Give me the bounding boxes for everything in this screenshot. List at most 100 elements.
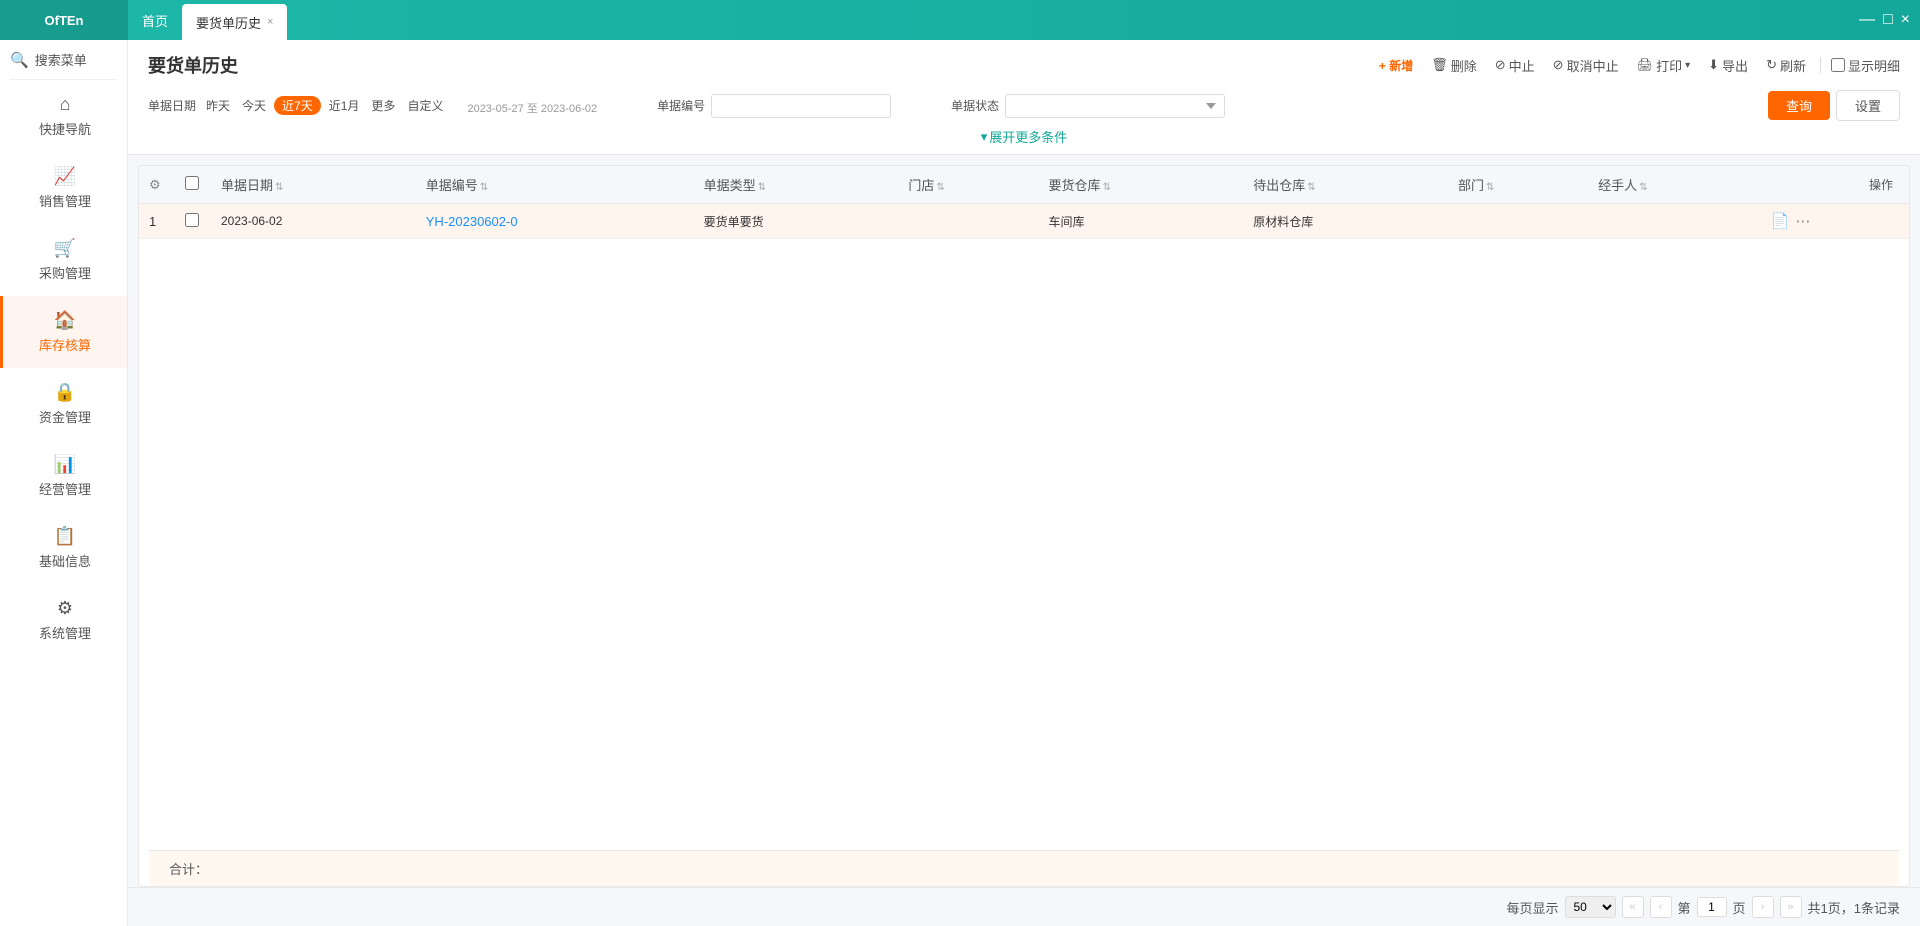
pagination-bar: 每页显示 10 20 50 100 « ‹ 第 页 › » 共1页，1条记录 — [128, 887, 1920, 926]
cancel-stop-button[interactable]: ⊘ 取消中止 — [1549, 54, 1623, 77]
sidebar-item-inventory[interactable]: 🏠 库存核算 — [0, 296, 127, 368]
delete-icon: 🗑 — [1431, 57, 1448, 73]
pending-warehouse-col-header: 待出仓库⇅ — [1243, 166, 1448, 204]
tab-home[interactable]: 首页 — [128, 0, 182, 40]
cancel-stop-icon: ⊘ — [1553, 57, 1564, 73]
row-department-cell — [1448, 204, 1588, 239]
filter-area: 单据日期 昨天 今天 近7天 近1月 更多 自定义 2023-05-27 至 2… — [148, 90, 1900, 154]
shortcut-more[interactable]: 更多 — [367, 96, 399, 115]
table-header-row: ⚙ 单据日期⇅ 单据编号⇅ 单 — [139, 166, 1909, 204]
pending-warehouse-sort-icon[interactable]: ⇅ — [1307, 182, 1315, 193]
sales-mgmt-icon: 📈 — [54, 166, 76, 187]
column-settings-icon[interactable]: ⚙ — [149, 177, 161, 192]
view-action-icon[interactable]: 📄 — [1771, 212, 1790, 230]
sidebar-item-basic-info[interactable]: 📋 基础信息 — [0, 512, 127, 584]
filter-row: 单据日期 昨天 今天 近7天 近1月 更多 自定义 2023-05-27 至 2… — [148, 90, 1900, 121]
main-layout: 🔍 搜索菜单 ⌂ 快捷导航 📈 销售管理 🛒 采购管理 🏠 库存核算 🔒 资金管… — [0, 40, 1920, 926]
date-filter: 单据日期 昨天 今天 近7天 近1月 更多 自定义 — [148, 96, 447, 115]
order-no-input[interactable] — [711, 94, 891, 118]
window-controls: — □ × — [1859, 11, 1920, 29]
req-warehouse-sort-icon[interactable]: ⇅ — [1103, 182, 1111, 193]
sidebar-item-purchase-mgmt[interactable]: 🛒 采购管理 — [0, 224, 127, 296]
brand-logo: OfTEn — [0, 0, 128, 40]
ops-mgmt-icon: 📊 — [54, 454, 76, 475]
search-menu-item[interactable]: 🔍 搜索菜单 — [10, 40, 117, 79]
new-button[interactable]: + 新增 — [1375, 55, 1417, 76]
maximize-button[interactable]: □ — [1883, 11, 1893, 29]
top-bar: OfTEn 首页 要货单历史 × — □ × — [0, 0, 1920, 40]
prev-page-button[interactable]: ‹ — [1650, 896, 1672, 918]
next-page-button[interactable]: › — [1752, 896, 1774, 918]
shortcut-1month[interactable]: 近1月 — [325, 96, 364, 115]
department-col-header: 部门⇅ — [1448, 166, 1588, 204]
row-date-cell: 2023-06-02 — [211, 204, 416, 239]
store-col-header: 门店⇅ — [898, 166, 1038, 204]
first-page-button[interactable]: « — [1622, 896, 1644, 918]
row-handler-cell — [1588, 204, 1760, 239]
expand-more-button[interactable]: ▾ 展开更多条件 — [148, 121, 1900, 148]
store-sort-icon[interactable]: ⇅ — [936, 182, 944, 193]
row-checkbox[interactable] — [185, 213, 199, 227]
handler-sort-icon[interactable]: ⇅ — [1639, 182, 1647, 193]
more-action-icon[interactable]: ⋯ — [1795, 212, 1810, 230]
finance-mgmt-icon: 🔒 — [54, 382, 76, 403]
req-warehouse-col-header: 要货仓库⇅ — [1038, 166, 1243, 204]
sidebar-item-sys-mgmt[interactable]: ⚙ 系统管理 — [0, 584, 127, 656]
print-button[interactable]: 🖨 打印 ▾ — [1633, 54, 1695, 77]
tab-requisition-history[interactable]: 要货单历史 × — [182, 4, 287, 40]
last-page-button[interactable]: » — [1780, 896, 1802, 918]
minimize-button[interactable]: — — [1859, 11, 1875, 29]
expand-icon: ▾ — [981, 129, 988, 145]
refresh-icon: ↻ — [1766, 57, 1777, 73]
shortcut-today[interactable]: 今天 — [238, 96, 270, 115]
date-range-display: 2023-05-27 至 2023-06-02 — [467, 98, 597, 116]
table-container: ⚙ 单据日期⇅ 单据编号⇅ 单 — [138, 165, 1910, 887]
sidebar-item-ops-mgmt[interactable]: 📊 经营管理 — [0, 440, 127, 512]
per-page-select[interactable]: 10 20 50 100 — [1565, 896, 1616, 918]
order-no-filter: 单据编号 — [657, 94, 891, 118]
tab-close-icon[interactable]: × — [267, 16, 273, 28]
date-col-header: 单据日期⇅ — [211, 166, 416, 204]
page-header: 要货单历史 + 新增 🗑 删除 ⊘ 中止 ⊘ 取消中止 — [128, 40, 1920, 155]
query-button[interactable]: 查询 — [1768, 91, 1830, 120]
department-sort-icon[interactable]: ⇅ — [1486, 182, 1494, 193]
order-no-col-header: 单据编号⇅ — [416, 166, 694, 204]
shortcut-yesterday[interactable]: 昨天 — [202, 96, 234, 115]
shortcut-7days[interactable]: 近7天 — [274, 96, 321, 115]
settings-button[interactable]: 设置 — [1836, 90, 1900, 121]
stop-icon: ⊘ — [1495, 57, 1506, 73]
order-type-col-header: 单据类型⇅ — [694, 166, 899, 204]
sidebar: 🔍 搜索菜单 ⌂ 快捷导航 📈 销售管理 🛒 采购管理 🏠 库存核算 🔒 资金管… — [0, 40, 128, 926]
show-detail-button[interactable]: 显示明细 — [1831, 56, 1900, 75]
select-all-checkbox[interactable] — [185, 176, 199, 190]
row-req-warehouse-cell: 车间库 — [1038, 204, 1243, 239]
basic-info-icon: 📋 — [54, 526, 76, 547]
order-no-sort-icon[interactable]: ⇅ — [480, 182, 488, 193]
stop-button[interactable]: ⊘ 中止 — [1491, 54, 1539, 77]
sys-mgmt-icon: ⚙ — [57, 598, 73, 619]
show-detail-checkbox[interactable] — [1831, 58, 1845, 72]
refresh-button[interactable]: ↻ 刷新 — [1762, 54, 1810, 77]
sidebar-item-quick-nav[interactable]: ⌂ 快捷导航 — [0, 80, 127, 152]
page-input[interactable] — [1697, 897, 1727, 917]
order-no-link[interactable]: YH-20230602-0 — [426, 214, 518, 229]
close-button[interactable]: × — [1901, 11, 1910, 29]
toolbar: + 新增 🗑 删除 ⊘ 中止 ⊘ 取消中止 🖨 打 — [1375, 54, 1900, 77]
sidebar-item-finance-mgmt[interactable]: 🔒 资金管理 — [0, 368, 127, 440]
row-order-type-cell: 要货单要货 — [694, 204, 899, 239]
purchase-mgmt-icon: 🛒 — [54, 238, 76, 259]
status-select[interactable]: 全部 待审核 已审核 已完成 已中止 — [1005, 94, 1225, 118]
row-order-no-cell: YH-20230602-0 — [416, 204, 694, 239]
shortcut-custom[interactable]: 自定义 — [403, 96, 447, 115]
export-button[interactable]: ⬇ 导出 — [1704, 54, 1752, 77]
delete-button[interactable]: 🗑 删除 — [1427, 54, 1481, 77]
checkbox-col-header — [175, 166, 211, 204]
footer-summary: 合计： — [149, 850, 1899, 886]
sidebar-item-sales-mgmt[interactable]: 📈 销售管理 — [0, 152, 127, 224]
settings-col-header: ⚙ — [139, 166, 175, 204]
actions-col-header: 操作 — [1761, 166, 1909, 204]
row-num-cell: 1 — [139, 204, 175, 239]
page-title-row: 要货单历史 + 新增 🗑 删除 ⊘ 中止 ⊘ 取消中止 — [148, 52, 1900, 78]
date-sort-icon[interactable]: ⇅ — [275, 182, 283, 193]
order-type-sort-icon[interactable]: ⇅ — [758, 182, 766, 193]
